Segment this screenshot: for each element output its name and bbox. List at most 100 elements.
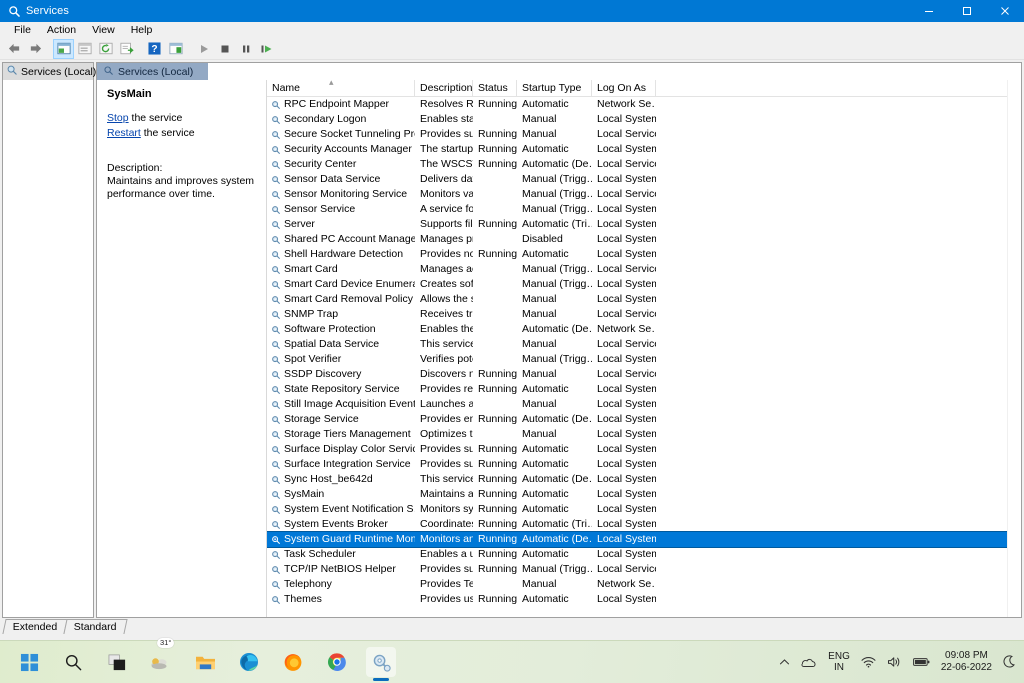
menu-action[interactable]: Action — [39, 22, 84, 38]
table-row[interactable]: Sensor Monitoring ServiceMonitors va…Man… — [267, 187, 1021, 202]
service-gear-icon — [271, 460, 281, 470]
table-row[interactable]: System Events BrokerCoordinates …Running… — [267, 517, 1021, 532]
battery-icon[interactable] — [913, 657, 930, 667]
table-row[interactable]: Shell Hardware DetectionProvides not…Run… — [267, 247, 1021, 262]
table-row[interactable]: Security CenterThe WSCSVC…RunningAutomat… — [267, 157, 1021, 172]
onedrive-icon[interactable] — [801, 657, 817, 668]
table-row[interactable]: Surface Display Color ServiceProvides su… — [267, 442, 1021, 457]
forward-icon[interactable] — [25, 39, 46, 59]
stop-service-icon[interactable] — [214, 39, 235, 59]
column-header-startup-type[interactable]: Startup Type — [517, 80, 592, 96]
language-line-2: IN — [828, 662, 850, 673]
stop-service-line: Stop the service — [107, 112, 258, 125]
menu-view[interactable]: View — [84, 22, 123, 38]
cell-name-label: Spot Verifier — [284, 352, 341, 367]
table-row[interactable]: State Repository ServiceProvides req…Run… — [267, 382, 1021, 397]
cell-description: Provides sup… — [415, 562, 473, 577]
stop-service-link[interactable]: Stop — [107, 112, 129, 124]
show-hidden-icons-chevron-icon[interactable] — [779, 658, 790, 667]
properties-icon[interactable] — [74, 39, 95, 59]
table-row[interactable]: Sensor Data ServiceDelivers dat…Manual (… — [267, 172, 1021, 187]
microsoft-edge-icon[interactable] — [234, 647, 264, 677]
menu-help[interactable]: Help — [123, 22, 161, 38]
table-row[interactable]: Software ProtectionEnables the …Automati… — [267, 322, 1021, 337]
tab-extended[interactable]: Extended — [2, 619, 68, 634]
table-row[interactable]: SSDP DiscoveryDiscovers ne…RunningManual… — [267, 367, 1021, 382]
service-gear-icon — [271, 550, 281, 560]
tree-item-services-local[interactable]: Services (Local) — [3, 63, 93, 80]
table-row[interactable]: Sensor ServiceA service for …Manual (Tri… — [267, 202, 1021, 217]
table-row[interactable]: RPC Endpoint MapperResolves RP…RunningAu… — [267, 97, 1021, 112]
cell-log-on-as: Network Se… — [592, 322, 656, 337]
weather-widget-icon[interactable]: 31° — [146, 647, 176, 677]
table-row[interactable]: Security Accounts ManagerThe startup …Ru… — [267, 142, 1021, 157]
restart-service-icon[interactable] — [256, 39, 277, 59]
table-row[interactable]: Smart Card Removal PolicyAllows the s…Ma… — [267, 292, 1021, 307]
tab-standard[interactable]: Standard — [64, 619, 128, 634]
cell-name-label: Secondary Logon — [284, 112, 366, 127]
file-explorer-icon[interactable] — [190, 647, 220, 677]
cell-name-label: SysMain — [284, 487, 324, 502]
table-row[interactable]: SNMP TrapReceives tra…ManualLocal Servic… — [267, 307, 1021, 322]
cell-name: Security Center — [267, 157, 415, 172]
start-service-icon[interactable] — [193, 39, 214, 59]
pane-tab-fill — [208, 63, 1021, 80]
start-button-icon[interactable] — [14, 647, 44, 677]
search-icon[interactable] — [58, 647, 88, 677]
volume-icon[interactable] — [887, 656, 902, 668]
table-row[interactable]: Storage Tiers ManagementOptimizes th…Man… — [267, 427, 1021, 442]
column-header-description[interactable]: Description — [415, 80, 473, 96]
firefox-icon[interactable] — [278, 647, 308, 677]
table-row[interactable]: Smart CardManages ac…Manual (Trigg…Local… — [267, 262, 1021, 277]
table-row[interactable]: SysMainMaintains a…RunningAutomaticLocal… — [267, 487, 1021, 502]
column-header-name[interactable]: Name ▴ — [267, 80, 415, 96]
table-row[interactable]: Secure Socket Tunneling Pro…Provides sup… — [267, 127, 1021, 142]
maximize-button[interactable] — [948, 0, 986, 22]
table-row[interactable]: TelephonyProvides Tel…ManualNetwork Se… — [267, 577, 1021, 592]
table-row[interactable]: Still Image Acquisition EventsLaunches a… — [267, 397, 1021, 412]
minimize-button[interactable] — [910, 0, 948, 22]
table-row[interactable]: Task SchedulerEnables a us…RunningAutoma… — [267, 547, 1021, 562]
back-icon[interactable] — [4, 39, 25, 59]
table-row[interactable]: ThemesProvides use…RunningAutomaticLocal… — [267, 592, 1021, 607]
column-header-status[interactable]: Status — [473, 80, 517, 96]
table-row[interactable]: Spatial Data ServiceThis service i…Manua… — [267, 337, 1021, 352]
table-row[interactable]: System Event Notification S…Monitors sy…… — [267, 502, 1021, 517]
refresh-icon[interactable] — [95, 39, 116, 59]
cell-log-on-as: Local Service — [592, 562, 656, 577]
table-row[interactable]: Spot VerifierVerifies pote…Manual (Trigg… — [267, 352, 1021, 367]
vertical-scrollbar[interactable] — [1007, 80, 1021, 617]
wifi-icon[interactable] — [861, 656, 876, 668]
cell-description: Maintains a… — [415, 487, 473, 502]
help-icon[interactable]: ? — [144, 39, 165, 59]
do-not-disturb-moon-icon[interactable] — [1003, 655, 1016, 669]
cell-description: Provides sup… — [415, 127, 473, 142]
export-list-icon[interactable] — [116, 39, 137, 59]
table-row[interactable]: System Guard Runtime Mon…Monitors an…Run… — [267, 532, 1021, 547]
show-hide-action-pane-icon[interactable] — [165, 39, 186, 59]
task-view-icon[interactable] — [102, 647, 132, 677]
show-hide-console-tree-icon[interactable] — [53, 39, 74, 59]
menu-file[interactable]: File — [6, 22, 39, 38]
restart-service-link[interactable]: Restart — [107, 127, 141, 139]
language-indicator[interactable]: ENG IN — [828, 651, 850, 673]
table-row[interactable]: Sync Host_be642dThis service …RunningAut… — [267, 472, 1021, 487]
pane-tab-services-local[interactable]: Services (Local) — [97, 63, 208, 80]
cell-name-label: Software Protection — [284, 322, 376, 337]
table-row[interactable]: ServerSupports file…RunningAutomatic (Tr… — [267, 217, 1021, 232]
table-row[interactable]: Secondary LogonEnables start…ManualLocal… — [267, 112, 1021, 127]
table-row[interactable]: Shared PC Account ManagerManages pr…Disa… — [267, 232, 1021, 247]
google-chrome-icon[interactable] — [322, 647, 352, 677]
column-header-log-on-as[interactable]: Log On As — [592, 80, 656, 96]
table-row[interactable]: Smart Card Device Enumerat…Creates soft…… — [267, 277, 1021, 292]
pause-service-icon[interactable] — [235, 39, 256, 59]
table-row[interactable]: Storage ServiceProvides ena…RunningAutom… — [267, 412, 1021, 427]
services-app-icon[interactable] — [366, 647, 396, 677]
cell-startup-type: Automatic (Tri… — [517, 217, 592, 232]
cell-description: Provides use… — [415, 592, 473, 607]
table-row[interactable]: Surface Integration ServiceProvides sup…… — [267, 457, 1021, 472]
table-row[interactable]: TCP/IP NetBIOS HelperProvides sup…Runnin… — [267, 562, 1021, 577]
close-button[interactable] — [986, 0, 1024, 22]
clock-and-date[interactable]: 09:08 PM 22-06-2022 — [941, 650, 992, 674]
cell-startup-type: Automatic — [517, 442, 592, 457]
